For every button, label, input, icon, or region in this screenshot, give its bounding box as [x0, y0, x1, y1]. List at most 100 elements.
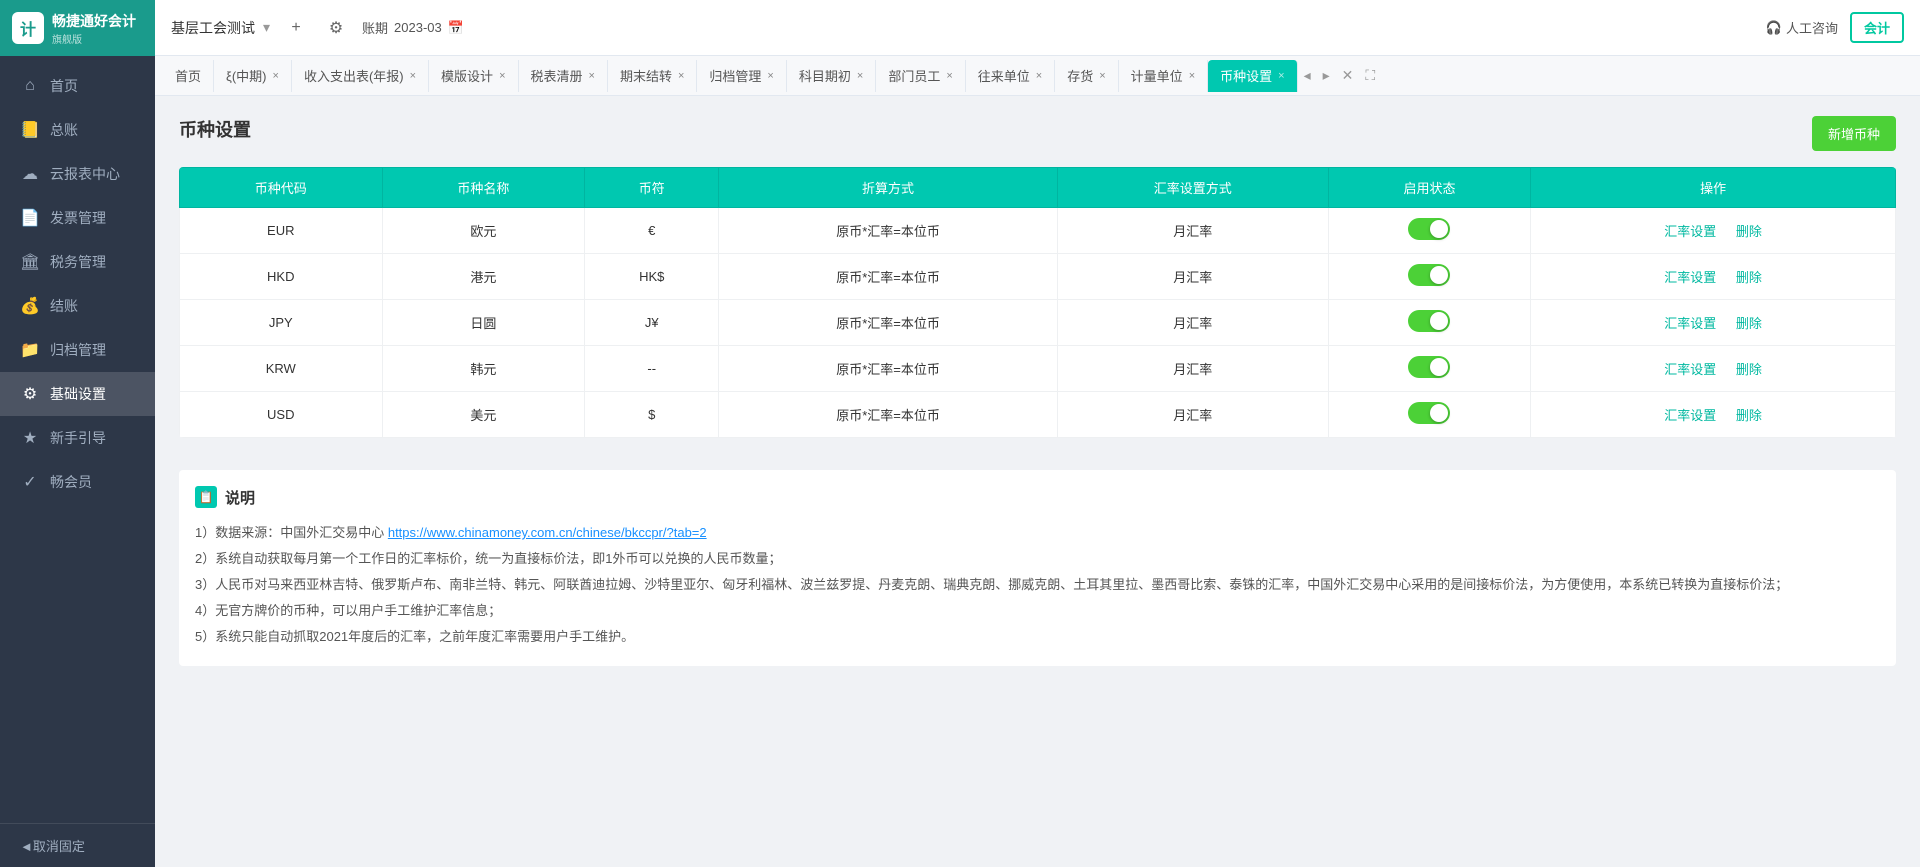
- service-btn[interactable]: 🎧 人工咨询: [1766, 18, 1838, 37]
- tab-next-btn[interactable]: ▸: [1317, 67, 1336, 84]
- cell-status: [1328, 208, 1531, 254]
- tab-unit[interactable]: 计量单位 ×: [1119, 60, 1208, 92]
- tax-icon: 🏛: [20, 252, 40, 272]
- tab-income[interactable]: 收入支出表(年报) ×: [292, 60, 429, 92]
- rate-setting-link[interactable]: 汇率设置: [1664, 224, 1716, 239]
- tab-close-all-btn[interactable]: ✕: [1336, 67, 1360, 84]
- rate-setting-link[interactable]: 汇率设置: [1664, 362, 1716, 377]
- toggle-enabled[interactable]: [1408, 218, 1450, 240]
- cell-rate-type: 月汇率: [1057, 392, 1328, 438]
- tab-prev-btn[interactable]: ◂: [1298, 67, 1317, 84]
- rate-setting-link[interactable]: 汇率设置: [1664, 408, 1716, 423]
- table-row: HKD 港元 HK$ 原币*汇率=本位币 月汇率 汇率设置 删除: [180, 254, 1896, 300]
- tab-label: 期末结转: [620, 66, 672, 85]
- tab-expand-btn[interactable]: ⛶: [1359, 67, 1381, 84]
- sidebar-item-label: 结账: [50, 296, 78, 316]
- rate-setting-link[interactable]: 汇率设置: [1664, 316, 1716, 331]
- tab-balance[interactable]: ξ(中期) ×: [214, 60, 292, 92]
- tab-close-icon[interactable]: ×: [1278, 70, 1284, 82]
- cell-method: 原币*汇率=本位币: [719, 254, 1057, 300]
- tab-subject[interactable]: 科目期初 ×: [787, 60, 876, 92]
- sidebar-item-invoice[interactable]: 📄 发票管理: [0, 196, 155, 240]
- tab-inventory[interactable]: 存货 ×: [1055, 60, 1118, 92]
- tab-client[interactable]: 往来单位 ×: [966, 60, 1055, 92]
- notice-link[interactable]: https://www.chinamoney.com.cn/chinese/bk…: [388, 525, 707, 540]
- invoice-icon: 📄: [20, 208, 40, 228]
- new-currency-button[interactable]: 新增币种: [1812, 116, 1896, 151]
- col-status: 启用状态: [1328, 168, 1531, 208]
- workspace-selector[interactable]: 基层工会测试 ▾: [171, 18, 270, 38]
- sidebar-item-settle[interactable]: 💰 结账: [0, 284, 155, 328]
- period-display: 账期 2023-03 📅: [362, 18, 464, 37]
- sidebar-item-label: 发票管理: [50, 208, 106, 228]
- tab-close-icon[interactable]: ×: [678, 70, 684, 82]
- cell-code: USD: [180, 392, 383, 438]
- sidebar-item-ledger[interactable]: 📒 总账: [0, 108, 155, 152]
- tab-close-icon[interactable]: ×: [1036, 70, 1042, 82]
- tab-close-icon[interactable]: ×: [589, 70, 595, 82]
- tab-template[interactable]: 模版设计 ×: [429, 60, 518, 92]
- tab-period-end[interactable]: 期末结转 ×: [608, 60, 697, 92]
- sidebar-item-home[interactable]: ⌂ 首页: [0, 64, 155, 108]
- sidebar-item-reports[interactable]: ☁ 云报表中心: [0, 152, 155, 196]
- cell-actions: 汇率设置 删除: [1531, 208, 1896, 254]
- tab-label: 计量单位: [1131, 66, 1183, 85]
- delete-link[interactable]: 删除: [1736, 224, 1762, 239]
- delete-link[interactable]: 删除: [1736, 316, 1762, 331]
- tab-currency[interactable]: 币种设置 ×: [1208, 60, 1297, 92]
- cell-actions: 汇率设置 删除: [1531, 346, 1896, 392]
- toggle-enabled[interactable]: [1408, 356, 1450, 378]
- notice-icon: 📋: [195, 486, 217, 508]
- add-workspace-btn[interactable]: +: [282, 14, 310, 42]
- member-icon: ✓: [20, 472, 40, 492]
- settings-gear-icon[interactable]: ⚙: [322, 14, 350, 42]
- toggle-enabled[interactable]: [1408, 310, 1450, 332]
- notice-item-2: 2）系统自动获取每月第一个工作日的汇率标价，统一为直接标价法，即1外币可以兑换的…: [195, 546, 1880, 572]
- account-button[interactable]: 会计: [1850, 12, 1904, 43]
- delete-link[interactable]: 删除: [1736, 270, 1762, 285]
- rate-setting-link[interactable]: 汇率设置: [1664, 270, 1716, 285]
- table-row: EUR 欧元 € 原币*汇率=本位币 月汇率 汇率设置 删除: [180, 208, 1896, 254]
- tab-close-icon[interactable]: ×: [1099, 70, 1105, 82]
- tab-close-icon[interactable]: ×: [273, 70, 279, 82]
- cell-rate-type: 月汇率: [1057, 254, 1328, 300]
- tab-close-icon[interactable]: ×: [946, 70, 952, 82]
- sidebar-item-member[interactable]: ✓ 畅会员: [0, 460, 155, 504]
- tab-close-icon[interactable]: ×: [857, 70, 863, 82]
- currency-table: 币种代码 币种名称 币符 折算方式 汇率设置方式 启用状态 操作 EUR 欧元 …: [179, 167, 1896, 438]
- cell-method: 原币*汇率=本位币: [719, 300, 1057, 346]
- service-label: 人工咨询: [1786, 18, 1838, 37]
- guide-icon: ★: [20, 428, 40, 448]
- tab-archive[interactable]: 归档管理 ×: [697, 60, 786, 92]
- topbar: 基层工会测试 ▾ + ⚙ 账期 2023-03 📅 🎧 人工咨询 会计: [155, 0, 1920, 56]
- tab-home[interactable]: 首页: [163, 60, 214, 92]
- sidebar-item-settings[interactable]: ⚙ 基础设置: [0, 372, 155, 416]
- sidebar-item-tax[interactable]: 🏛 税务管理: [0, 240, 155, 284]
- period-value: 2023-03: [394, 20, 442, 35]
- notice-section: 📋 说明 1）数据来源：中国外汇交易中心 https://www.chinamo…: [179, 470, 1896, 666]
- sidebar-pin-toggle[interactable]: ◄取消固定: [0, 823, 155, 867]
- toggle-enabled[interactable]: [1408, 264, 1450, 286]
- table-row: JPY 日圆 J¥ 原币*汇率=本位币 月汇率 汇率设置 删除: [180, 300, 1896, 346]
- main-area: 基层工会测试 ▾ + ⚙ 账期 2023-03 📅 🎧 人工咨询 会计 首页 ξ…: [155, 0, 1920, 867]
- logo-icon: 计: [12, 12, 44, 44]
- headphone-icon: 🎧: [1766, 20, 1782, 36]
- toggle-enabled[interactable]: [1408, 402, 1450, 424]
- sidebar-item-archive[interactable]: 📁 归档管理: [0, 328, 155, 372]
- cell-name: 美元: [382, 392, 585, 438]
- notice-item-5: 5）系统只能自动抓取2021年度后的汇率，之前年度汇率需要用户手工维护。: [195, 624, 1880, 650]
- tab-close-icon[interactable]: ×: [410, 70, 416, 82]
- sidebar-item-label: 基础设置: [50, 384, 106, 404]
- sidebar-item-guide[interactable]: ★ 新手引导: [0, 416, 155, 460]
- tab-tax[interactable]: 税表清册 ×: [519, 60, 608, 92]
- tab-close-icon[interactable]: ×: [1189, 70, 1195, 82]
- tab-dept[interactable]: 部门员工 ×: [876, 60, 965, 92]
- delete-link[interactable]: 删除: [1736, 362, 1762, 377]
- delete-link[interactable]: 删除: [1736, 408, 1762, 423]
- calendar-icon[interactable]: 📅: [448, 20, 464, 36]
- cell-method: 原币*汇率=本位币: [719, 346, 1057, 392]
- col-rate-type: 汇率设置方式: [1057, 168, 1328, 208]
- tab-close-icon[interactable]: ×: [767, 70, 773, 82]
- cell-symbol: $: [585, 392, 719, 438]
- tab-close-icon[interactable]: ×: [499, 70, 505, 82]
